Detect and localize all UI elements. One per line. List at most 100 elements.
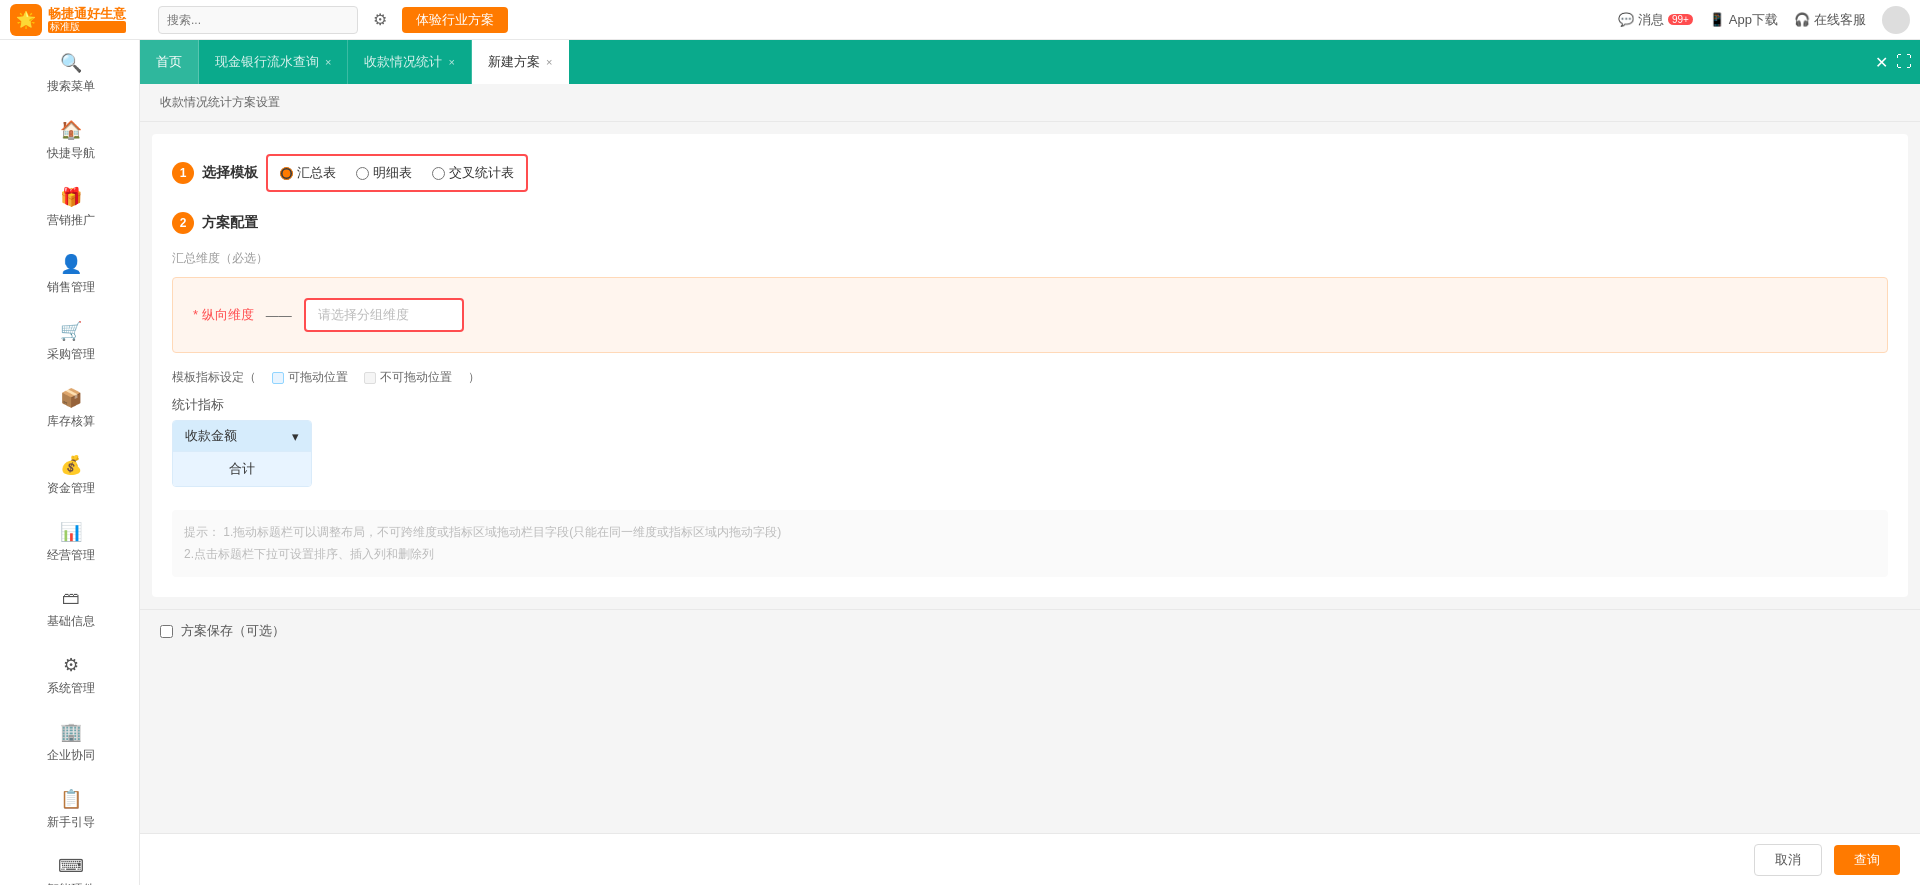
sidebar-item-label: 资金管理	[47, 480, 95, 497]
step1-header: 1 选择模板 汇总表 明细表 交叉统计表	[172, 154, 1888, 192]
sidebar-item-label: 销售管理	[47, 279, 95, 296]
tab-new-label: 新建方案	[488, 53, 540, 71]
box-icon: 📦	[60, 387, 82, 409]
top-bar: 🌟 畅捷通好生意 标准版 ⚙ 体验行业方案 💬 消息 99+ 📱 App下载 🎧…	[0, 0, 1920, 40]
sidebar-item-corp[interactable]: 🏢 企业协同	[0, 709, 139, 776]
sidebar-item-nav[interactable]: 🏠 快捷导航	[0, 107, 139, 174]
chart-icon: 📊	[60, 521, 82, 543]
tab-home-label: 首页	[156, 53, 182, 71]
hardware-icon: ⌨	[58, 855, 84, 877]
sidebar-item-label: 智能硬件	[47, 881, 95, 885]
hint-text-1: 提示： 1.拖动标题栏可以调整布局，不可跨维度或指标区域拖动栏目字段(只能在同一…	[184, 522, 1876, 544]
search-input[interactable]	[158, 6, 358, 34]
tab-stat[interactable]: 收款情况统计 ×	[348, 40, 471, 84]
radio-detail[interactable]: 明细表	[356, 164, 412, 182]
cancel-button[interactable]: 取消	[1754, 844, 1822, 876]
sidebar-item-label: 经营管理	[47, 547, 95, 564]
radio-detail-input[interactable]	[356, 167, 369, 180]
indicator-row-total: 合计	[173, 451, 311, 486]
settings-icon: ⚙	[63, 654, 79, 676]
save-label: 方案保存（可选）	[181, 622, 285, 640]
sidebar-item-label: 企业协同	[47, 747, 95, 764]
breadcrumb-text: 收款情况统计方案设置	[160, 95, 280, 109]
tab-new[interactable]: 新建方案 ×	[472, 40, 569, 84]
legend-static-label: 不可拖动位置	[380, 369, 452, 386]
home-icon: 🏠	[60, 119, 82, 141]
gift-icon: 🎁	[60, 186, 82, 208]
radio-summary-input[interactable]	[280, 167, 293, 180]
message-icon: 💬	[1618, 12, 1634, 27]
tab-bank-close[interactable]: ×	[325, 56, 331, 68]
radio-detail-label: 明细表	[373, 164, 412, 182]
indicator-section-title: 模板指标设定（	[172, 369, 256, 386]
indicator-header[interactable]: 收款金额 ▾	[173, 421, 311, 451]
vertical-dim-label: * 纵向维度	[193, 306, 254, 324]
step2-label: 方案配置	[202, 214, 258, 232]
radio-summary[interactable]: 汇总表	[280, 164, 336, 182]
main-layout: 🔍 搜索菜单 🏠 快捷导航 🎁 营销推广 👤 销售管理 🛒 采购管理 📦 库存核…	[0, 40, 1920, 885]
tab-expand-button[interactable]: ⛶	[1896, 53, 1912, 71]
avatar[interactable]	[1882, 6, 1910, 34]
sidebar-item-guide[interactable]: 📋 新手引导	[0, 776, 139, 843]
logo-icon: 🌟	[10, 4, 42, 36]
cart-icon: 🛒	[60, 320, 82, 342]
sidebar-item-search[interactable]: 🔍 搜索菜单	[0, 40, 139, 107]
sidebar-item-sales[interactable]: 👤 销售管理	[0, 241, 139, 308]
clipboard-icon: 📋	[60, 788, 82, 810]
dim-select[interactable]: 请选择分组维度	[304, 298, 464, 332]
indicator-col-label: 收款金额	[185, 427, 237, 445]
tab-bank[interactable]: 现金银行流水查询 ×	[199, 40, 348, 84]
page-content: 收款情况统计方案设置 1 选择模板 汇总表 明细表	[140, 84, 1920, 833]
tab-new-close[interactable]: ×	[546, 56, 552, 68]
breadcrumb: 收款情况统计方案设置	[140, 84, 1920, 122]
sidebar-item-purchase[interactable]: 🛒 采购管理	[0, 308, 139, 375]
message-badge: 99+	[1668, 14, 1693, 25]
search-icon: 🔍	[60, 52, 82, 74]
tab-home[interactable]: 首页	[140, 40, 199, 84]
bottom-bar: 取消 查询	[140, 833, 1920, 885]
logo-text: 畅捷通好生意	[48, 6, 126, 22]
legend-static-icon	[364, 372, 376, 384]
service-item[interactable]: 🎧 在线客服	[1794, 11, 1866, 29]
sidebar-item-finance[interactable]: 💰 资金管理	[0, 442, 139, 509]
tab-stat-close[interactable]: ×	[448, 56, 454, 68]
legend-draggable-label: 可拖动位置	[288, 369, 348, 386]
dim-title-text: 汇总维度（必选）	[172, 251, 268, 265]
sidebar-item-marketing[interactable]: 🎁 营销推广	[0, 174, 139, 241]
save-checkbox[interactable]	[160, 625, 173, 638]
tab-bank-label: 现金银行流水查询	[215, 53, 319, 71]
sidebar: 🔍 搜索菜单 🏠 快捷导航 🎁 营销推广 👤 销售管理 🛒 采购管理 📦 库存核…	[0, 40, 140, 885]
sidebar-item-system[interactable]: ⚙ 系统管理	[0, 642, 139, 709]
sidebar-item-operation[interactable]: 📊 经营管理	[0, 509, 139, 576]
hint-text-2: 2.点击标题栏下拉可设置排序、插入列和删除列	[184, 544, 1876, 566]
industry-button[interactable]: 体验行业方案	[402, 7, 508, 33]
message-item[interactable]: 💬 消息 99+	[1618, 11, 1693, 29]
sidebar-item-warehouse[interactable]: 📦 库存核算	[0, 375, 139, 442]
legend-close-paren: ）	[468, 369, 480, 386]
download-item[interactable]: 📱 App下载	[1709, 11, 1778, 29]
radio-cross[interactable]: 交叉统计表	[432, 164, 514, 182]
dim-section-title: 汇总维度（必选）	[172, 250, 1888, 267]
tab-close-all-button[interactable]: ✕	[1875, 53, 1888, 72]
step2-header: 2 方案配置	[172, 212, 1888, 234]
download-label: App下载	[1729, 11, 1778, 29]
radio-summary-label: 汇总表	[297, 164, 336, 182]
tab-stat-label: 收款情况统计	[364, 53, 442, 71]
query-button[interactable]: 查询	[1834, 845, 1900, 875]
sidebar-item-label: 库存核算	[47, 413, 95, 430]
indicator-dropdown-icon[interactable]: ▾	[292, 429, 299, 444]
content-area: 首页 现金银行流水查询 × 收款情况统计 × 新建方案 × ✕ ⛶	[140, 40, 1920, 885]
gear-button[interactable]: ⚙	[366, 6, 394, 34]
indicator-table: 收款金额 ▾ 合计	[172, 420, 312, 487]
sidebar-item-label: 搜索菜单	[47, 78, 95, 95]
radio-cross-input[interactable]	[432, 167, 445, 180]
dimension-area: * 纵向维度 —— 请选择分组维度	[172, 277, 1888, 353]
legend-draggable-icon	[272, 372, 284, 384]
message-label: 消息	[1638, 11, 1664, 29]
stat-label: 统计指标	[172, 396, 1888, 414]
money-icon: 💰	[60, 454, 82, 476]
legend-draggable: 可拖动位置	[272, 369, 348, 386]
sidebar-item-basic[interactable]: 🗃 基础信息	[0, 576, 139, 642]
sidebar-item-hardware[interactable]: ⌨ 智能硬件	[0, 843, 139, 885]
indicator-legend: 模板指标设定（ 可拖动位置 不可拖动位置 ）	[172, 369, 1888, 386]
